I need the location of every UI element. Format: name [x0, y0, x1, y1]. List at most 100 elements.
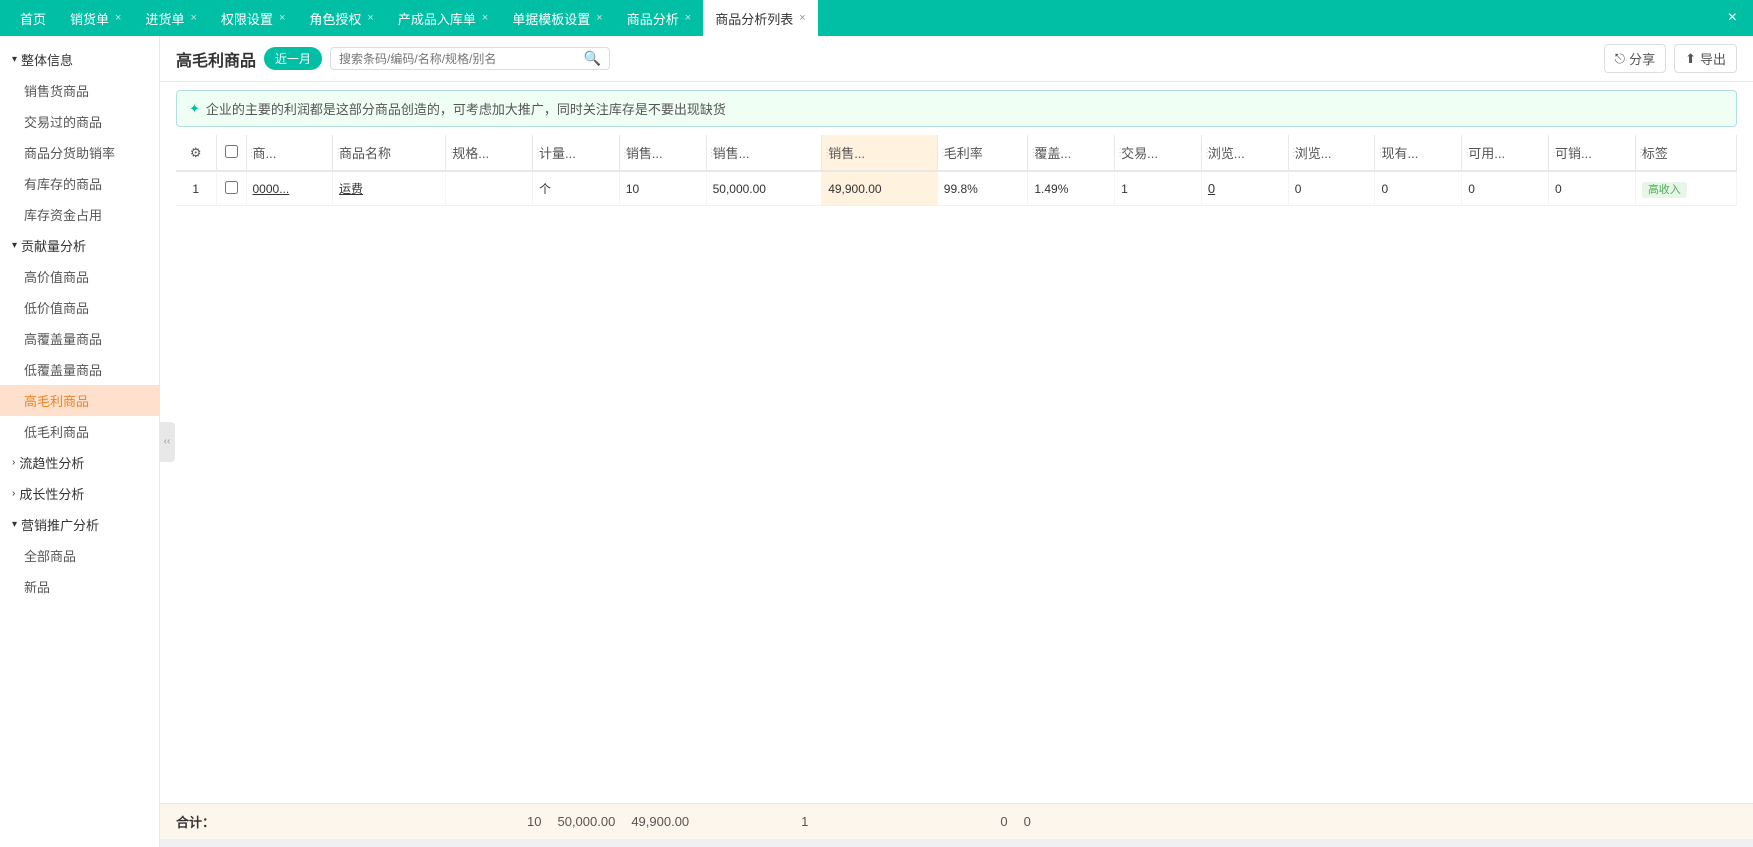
col-resize-handle: ⋮: [822, 147, 832, 158]
close-all-button[interactable]: ×: [1720, 9, 1745, 27]
chevron-down-icon: ▾: [12, 240, 17, 251]
sidebar-item-high-margin[interactable]: 高毛利商品: [0, 385, 159, 416]
sidebar-item-all-goods[interactable]: 全部商品: [0, 540, 159, 571]
settings-icon[interactable]: ⚙: [190, 145, 202, 160]
sidebar-item-high-coverage[interactable]: 高覆盖量商品: [0, 323, 159, 354]
col-resize-handle: ⋮: [533, 147, 543, 158]
close-icon[interactable]: ×: [115, 12, 121, 24]
tab-role[interactable]: 角色授权 ×: [297, 0, 385, 36]
sidebar-group-contribution[interactable]: ▾ 贡献量分析: [0, 230, 159, 261]
close-icon[interactable]: ×: [799, 12, 805, 24]
col-header-gross-rate[interactable]: ⋮ 毛利率: [937, 135, 1028, 171]
tab-template[interactable]: 单据模板设置 ×: [500, 0, 614, 36]
close-icon[interactable]: ×: [190, 12, 196, 24]
close-icon[interactable]: ×: [596, 12, 602, 24]
col-header-name[interactable]: ⋮ 商品名称: [333, 135, 446, 171]
cell-current: 0: [1375, 171, 1462, 206]
sidebar-group-marketing[interactable]: ▾ 营销推广分析: [0, 509, 159, 540]
sidebar-item-sales-goods[interactable]: 销售货商品: [0, 75, 159, 106]
search-icon[interactable]: 🔍: [584, 50, 601, 67]
sidebar-group-trend[interactable]: › 流趋性分析: [0, 447, 159, 478]
footer-sale-amount: 50,000.00: [557, 814, 615, 829]
col-header-saleable[interactable]: ⋮ 可销...: [1549, 135, 1636, 171]
sidebar-item-stock-capital[interactable]: 库存资金占用: [0, 199, 159, 230]
col-header-transaction[interactable]: ⋮ 交易...: [1115, 135, 1202, 171]
cell-transaction: 1: [1115, 171, 1202, 206]
sidebar-item-low-value[interactable]: 低价值商品: [0, 292, 159, 323]
share-button[interactable]: ⎋ 分享: [1604, 44, 1666, 73]
content-area: ‹‹ 高毛利商品 近一月 🔍 ⎋ 分享 ⬆ 导出 ✦ 企业的主要的利润都是这部分…: [160, 36, 1753, 847]
data-table: ⚙ ⋮ 商... ⋮ 商品名称: [176, 135, 1737, 206]
tab-analysis[interactable]: 商品分析 ×: [615, 0, 703, 36]
chevron-down-icon: ▾: [12, 519, 17, 530]
col-header-index: ⚙: [176, 135, 216, 171]
sidebar-item-low-coverage[interactable]: 低覆盖量商品: [0, 354, 159, 385]
close-icon[interactable]: ×: [482, 12, 488, 24]
cell-saleable: 0: [1549, 171, 1636, 206]
col-resize-handle: ⋮: [1202, 147, 1212, 158]
sidebar-item-stock-goods[interactable]: 有库存的商品: [0, 168, 159, 199]
chevron-right-icon: ›: [12, 488, 15, 499]
tag-badge: 高收入: [1642, 182, 1687, 198]
tab-analysis-list[interactable]: 商品分析列表 ×: [703, 0, 817, 36]
footer-sale-cost: 49,900.00: [631, 814, 689, 829]
col-resize-handle: ⋮: [707, 147, 717, 158]
close-icon[interactable]: ×: [685, 12, 691, 24]
col-header-sale-qty[interactable]: ⋮ 销售...: [619, 135, 706, 171]
col-resize-handle: ⋮: [333, 147, 343, 158]
tab-home[interactable]: 首页: [8, 0, 58, 36]
col-header-unit[interactable]: ⋮ 计量...: [533, 135, 620, 171]
chevron-right-icon: ›: [12, 457, 15, 468]
cell-coverage: 1.49%: [1028, 171, 1115, 206]
col-resize-handle: ⋮: [1549, 147, 1559, 158]
sidebar-item-new-goods[interactable]: 新品: [0, 571, 159, 602]
sidebar-group-growth[interactable]: › 成长性分析: [0, 478, 159, 509]
sidebar-item-traded-goods[interactable]: 交易过的商品: [0, 106, 159, 137]
sidebar-group-overall[interactable]: ▾ 整体信息: [0, 44, 159, 75]
filter-recent-month-button[interactable]: 近一月: [264, 47, 322, 70]
cell-browse2: 0: [1288, 171, 1375, 206]
tab-sales[interactable]: 销货单 ×: [58, 0, 133, 36]
search-box: 🔍: [330, 47, 610, 70]
col-header-available[interactable]: ⋮ 可用...: [1462, 135, 1549, 171]
col-header-code[interactable]: ⋮ 商...: [246, 135, 333, 171]
sidebar-collapse-button[interactable]: ‹‹: [160, 422, 175, 462]
tab-purchase[interactable]: 进货单 ×: [133, 0, 208, 36]
cell-browse1: 0: [1201, 171, 1288, 206]
col-header-browse2[interactable]: ⋮ 浏览...: [1288, 135, 1375, 171]
col-header-sale-cost[interactable]: ⋮ 销售...: [822, 135, 938, 171]
col-header-current[interactable]: ⋮ 现有...: [1375, 135, 1462, 171]
search-input[interactable]: [339, 52, 584, 66]
cell-sale-qty: 10: [619, 171, 706, 206]
col-header-coverage[interactable]: ⋮ 覆盖...: [1028, 135, 1115, 171]
sidebar-item-high-value[interactable]: 高价值商品: [0, 261, 159, 292]
cell-available: 0: [1462, 171, 1549, 206]
col-header-tag[interactable]: ⋮ 标签: [1635, 135, 1736, 171]
share-icon: ⎋: [1615, 51, 1625, 67]
export-icon: ⬆: [1685, 51, 1696, 67]
col-resize-handle: ⋮: [1636, 147, 1646, 158]
sidebar-item-low-margin[interactable]: 低毛利商品: [0, 416, 159, 447]
horizontal-scrollbar[interactable]: [160, 839, 1753, 847]
close-icon[interactable]: ×: [279, 12, 285, 24]
row-checkbox[interactable]: [225, 181, 238, 194]
sidebar-item-contribution-rate[interactable]: 商品分货助销率: [0, 137, 159, 168]
cell-name[interactable]: 运费: [333, 171, 446, 206]
export-button[interactable]: ⬆ 导出: [1674, 44, 1737, 73]
tab-permission[interactable]: 权限设置 ×: [209, 0, 297, 36]
page-title: 高毛利商品: [176, 47, 256, 71]
col-header-spec[interactable]: ⋮ 规格...: [446, 135, 533, 171]
close-icon[interactable]: ×: [367, 12, 373, 24]
content-footer: 合计： 10 50,000.00 49,900.00 1 0 0: [160, 803, 1753, 839]
col-resize-handle: ⋮: [1028, 147, 1038, 158]
browse1-link[interactable]: 0: [1208, 181, 1215, 196]
cell-gross-rate: 99.8%: [937, 171, 1028, 206]
col-header-sale-amount[interactable]: ⋮ 销售...: [706, 135, 822, 171]
tab-product-in[interactable]: 产成品入库单 ×: [386, 0, 500, 36]
col-resize-handle: ⋮: [1462, 147, 1472, 158]
col-header-browse1[interactable]: ⋮ 浏览...: [1201, 135, 1288, 171]
select-all-checkbox[interactable]: [225, 145, 238, 158]
cell-code[interactable]: 0000...: [246, 171, 333, 206]
cell-tag: 高收入: [1635, 171, 1736, 206]
top-navigation: 首页 销货单 × 进货单 × 权限设置 × 角色授权 × 产成品入库单 × 单据…: [0, 0, 1753, 36]
